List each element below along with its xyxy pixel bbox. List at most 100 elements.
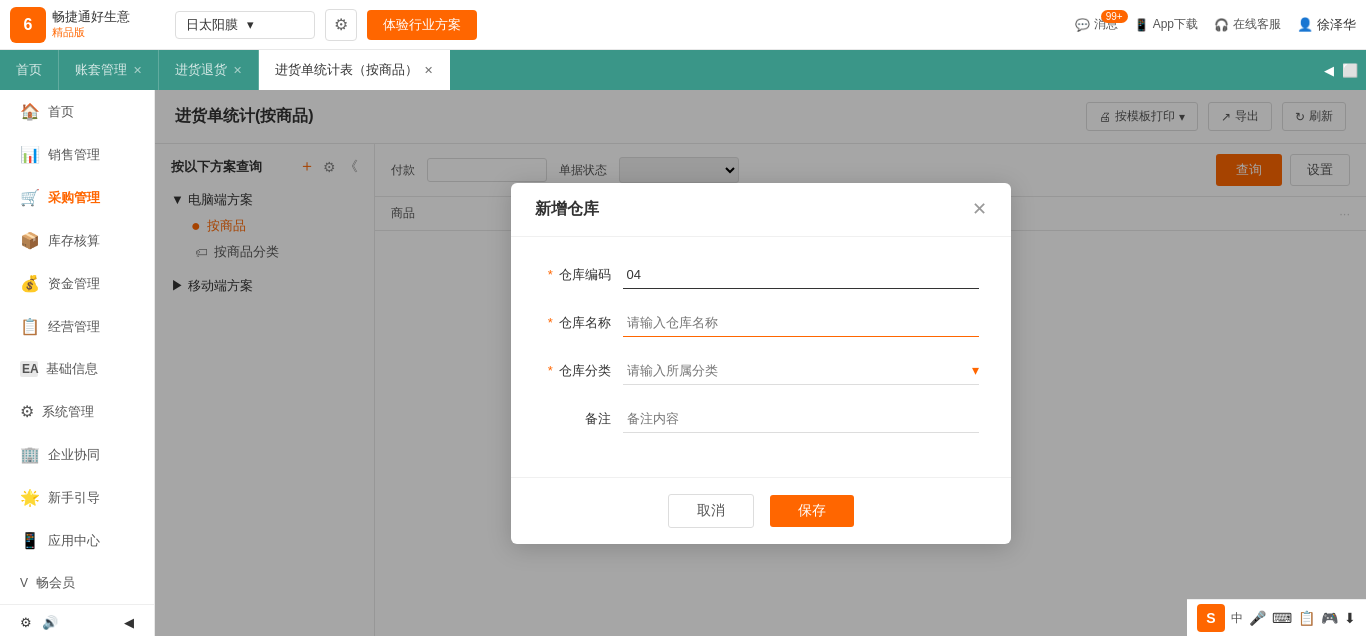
basic-info-icon: EA	[20, 361, 38, 377]
app-center-icon: 📱	[20, 531, 40, 550]
remark-input[interactable]	[623, 405, 979, 433]
top-header: 6 畅捷通好生意 精品版 日太阳膜 ▾ ⚙ 体验行业方案 💬 消息 99+ 📱 …	[0, 0, 1366, 50]
store-dropdown-icon: ▾	[247, 17, 304, 32]
save-button[interactable]: 保存	[770, 495, 854, 527]
warehouse-code-input[interactable]	[623, 261, 979, 289]
download-icon[interactable]: ⬇	[1344, 610, 1356, 626]
sidebar-item-enterprise[interactable]: 🏢 企业协同	[0, 433, 154, 476]
sidebar-settings-icon[interactable]: ⚙	[20, 615, 32, 630]
sidebar-management-label: 经营管理	[48, 318, 100, 336]
sidebar-vip-label: 畅会员	[36, 574, 75, 592]
modal-overlay[interactable]: 新增仓库 ✕ * 仓库编码 *	[155, 90, 1366, 636]
sidebar-item-vip[interactable]: V 畅会员	[0, 562, 154, 604]
logo-line2: 精品版	[52, 25, 130, 40]
tab-bar: 首页 账套管理 ✕ 进货退货 ✕ 进货单统计表（按商品） ✕ ◀ ⬜	[0, 50, 1366, 90]
inventory-icon: 📦	[20, 231, 40, 250]
warehouse-name-input[interactable]	[623, 309, 979, 337]
tab-expand-icon[interactable]: ⬜	[1342, 63, 1358, 78]
sidebar-item-system[interactable]: ⚙ 系统管理	[0, 390, 154, 433]
header-right: 💬 消息 99+ 📱 App下载 🎧 在线客服 👤 徐泽华	[1075, 16, 1356, 34]
form-row-remark: 备注	[543, 405, 979, 433]
tab-account-management[interactable]: 账套管理 ✕	[59, 50, 159, 90]
user-info[interactable]: 👤 徐泽华	[1297, 16, 1356, 34]
tab-purchase-return-label: 进货退货	[175, 61, 227, 79]
online-service-label: 在线客服	[1233, 16, 1281, 33]
online-service-button[interactable]: 🎧 在线客服	[1214, 16, 1281, 33]
app-icon: 📱	[1134, 18, 1149, 32]
content-area: 进货单统计(按商品) 🖨 按模板打印 ▾ ↗ 导出 ↻ 刷新	[155, 90, 1366, 636]
required-mark-category: *	[548, 363, 553, 378]
app-download-label: App下载	[1153, 16, 1198, 33]
sidebar-home-label: 首页	[48, 103, 74, 121]
sidebar-item-inventory[interactable]: 📦 库存核算	[0, 219, 154, 262]
tab-purchase-stats-close[interactable]: ✕	[424, 64, 433, 77]
system-icon: ⚙	[20, 402, 34, 421]
clipboard-icon[interactable]: 📋	[1298, 610, 1315, 626]
enterprise-icon: 🏢	[20, 445, 40, 464]
sidebar-collapse-icon[interactable]: ◀	[124, 615, 134, 630]
modal-header: 新增仓库 ✕	[511, 183, 1011, 237]
sidebar-item-app-center[interactable]: 📱 应用中心	[0, 519, 154, 562]
trial-button[interactable]: 体验行业方案	[367, 10, 477, 40]
tab-purchase-stats[interactable]: 进货单统计表（按商品） ✕	[259, 50, 450, 90]
settings-button[interactable]: ⚙	[325, 9, 357, 41]
keyboard-icon[interactable]: ⌨	[1272, 610, 1292, 626]
form-row-name: * 仓库名称	[543, 309, 979, 337]
headphone-icon: 🎧	[1214, 18, 1229, 32]
sidebar-basic-info-label: 基础信息	[46, 360, 98, 378]
sidebar-item-home[interactable]: 🏠 首页	[0, 90, 154, 133]
code-label: * 仓库编码	[543, 266, 623, 284]
category-label: * 仓库分类	[543, 362, 623, 380]
tab-purchase-return-close[interactable]: ✕	[233, 64, 242, 77]
sidebar-sales-label: 销售管理	[48, 146, 100, 164]
management-icon: 📋	[20, 317, 40, 336]
required-mark-name: *	[548, 315, 553, 330]
messages-button[interactable]: 💬 消息 99+	[1075, 16, 1118, 33]
username-label: 徐泽华	[1317, 16, 1356, 34]
sidebar-inventory-label: 库存核算	[48, 232, 100, 250]
user-icon: 👤	[1297, 17, 1313, 32]
modal-body: * 仓库编码 * 仓库名称	[511, 237, 1011, 477]
sidebar-item-guide[interactable]: 🌟 新手引导	[0, 476, 154, 519]
purchase-icon: 🛒	[20, 188, 40, 207]
sidebar: 🏠 首页 📊 销售管理 🛒 采购管理 📦 库存核算 💰 资金管理 📋 经营管理 …	[0, 90, 155, 636]
modal-footer: 取消 保存	[511, 477, 1011, 544]
sidebar-guide-label: 新手引导	[48, 489, 100, 507]
sidebar-item-basic-info[interactable]: EA 基础信息	[0, 348, 154, 390]
sidebar-app-center-label: 应用中心	[48, 532, 100, 550]
cancel-button[interactable]: 取消	[668, 494, 754, 528]
home-icon: 🏠	[20, 102, 40, 121]
tab-account-close[interactable]: ✕	[133, 64, 142, 77]
sidebar-item-purchase[interactable]: 🛒 采购管理	[0, 176, 154, 219]
finance-icon: 💰	[20, 274, 40, 293]
tab-controls: ◀ ⬜	[1324, 63, 1366, 78]
store-name: 日太阳膜	[186, 16, 243, 34]
tab-home-label: 首页	[16, 61, 42, 79]
tab-purchase-return[interactable]: 进货退货 ✕	[159, 50, 259, 90]
sidebar-item-management[interactable]: 📋 经营管理	[0, 305, 154, 348]
sidebar-item-finance[interactable]: 💰 资金管理	[0, 262, 154, 305]
mic-icon[interactable]: 🎤	[1249, 610, 1266, 626]
zh-label: 中	[1231, 610, 1243, 627]
tab-home[interactable]: 首页	[0, 50, 59, 90]
sidebar-speaker-icon[interactable]: 🔊	[42, 615, 58, 630]
required-mark-code: *	[548, 267, 553, 282]
logo-area: 6 畅捷通好生意 精品版	[10, 7, 165, 43]
category-dropdown-icon[interactable]: ▾	[972, 362, 979, 378]
remark-label: 备注	[543, 410, 623, 428]
modal-add-warehouse: 新增仓库 ✕ * 仓库编码 *	[511, 183, 1011, 544]
name-label: * 仓库名称	[543, 314, 623, 332]
sidebar-item-sales[interactable]: 📊 销售管理	[0, 133, 154, 176]
modal-close-button[interactable]: ✕	[972, 200, 987, 218]
store-selector[interactable]: 日太阳膜 ▾	[175, 11, 315, 39]
tab-prev-icon[interactable]: ◀	[1324, 63, 1334, 78]
gamepad-icon[interactable]: 🎮	[1321, 610, 1338, 626]
category-input[interactable]	[623, 357, 972, 384]
vip-icon: V	[20, 576, 28, 590]
sidebar-enterprise-label: 企业协同	[48, 446, 100, 464]
main-layout: 🏠 首页 📊 销售管理 🛒 采购管理 📦 库存核算 💰 资金管理 📋 经营管理 …	[0, 90, 1366, 636]
logo-line1: 畅捷通好生意	[52, 9, 130, 26]
app-download-button[interactable]: 📱 App下载	[1134, 16, 1198, 33]
gear-icon: ⚙	[334, 15, 348, 34]
bottom-bar: S 中 🎤 ⌨ 📋 🎮 ⬇	[1187, 599, 1366, 636]
